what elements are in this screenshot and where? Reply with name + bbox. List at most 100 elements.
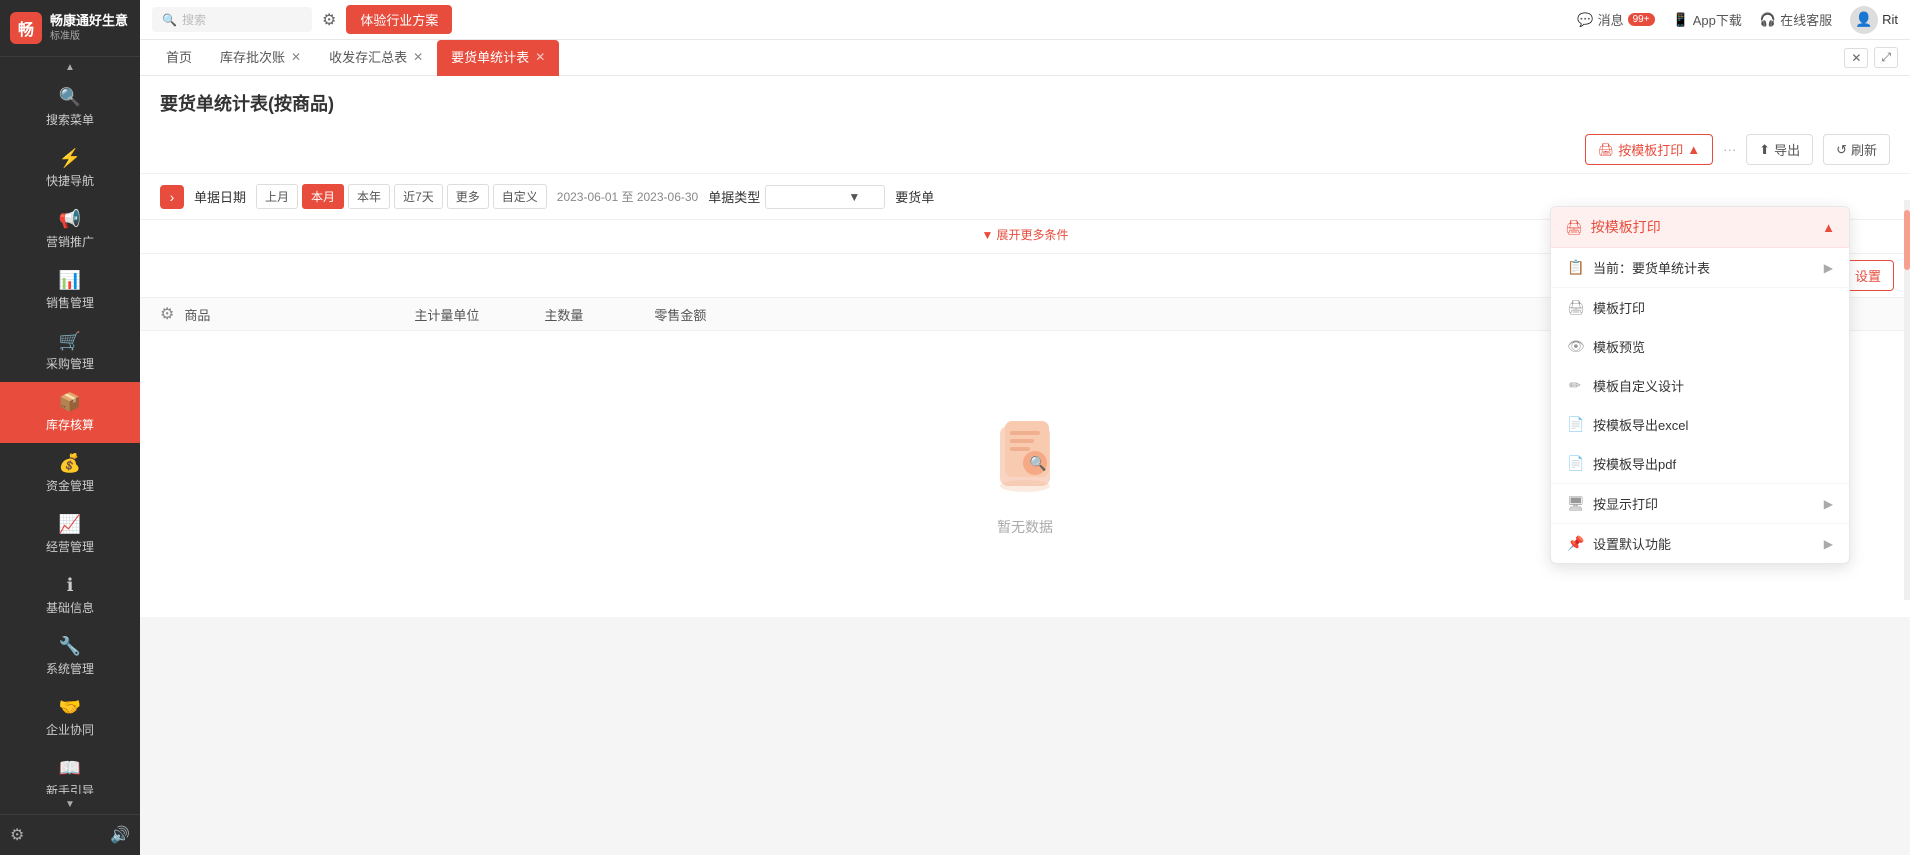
design-icon: ✏ [1567, 377, 1583, 394]
tab-receipt-summary[interactable]: 收发存汇总表 ✕ [315, 40, 437, 76]
preview-icon: 👁 [1567, 338, 1583, 355]
sidebar-bottom: ⚙ 🔊 [0, 814, 140, 855]
tab-order-stats[interactable]: 要货单统计表 ✕ [437, 40, 559, 76]
sidebar-item-label: 系统管理 [46, 660, 94, 677]
message-item[interactable]: 💬 消息 99+ [1577, 10, 1654, 29]
chevron-down-icon: ▼ [848, 190, 860, 204]
expand-btn[interactable]: ▼ 展开更多条件 [982, 226, 1069, 243]
purchase-icon: 🛒 [59, 331, 81, 352]
default-icon: 📌 [1567, 535, 1583, 552]
topbar: 🔍 搜索 ⚙ 体验行业方案 💬 消息 99+ 📱 App下载 🎧 在线客服 👤 [140, 0, 1910, 40]
right-scrollbar[interactable] [1904, 200, 1910, 600]
printer-icon: 🖨 [1565, 219, 1583, 236]
sidebar-item-label: 销售管理 [46, 294, 94, 311]
display-print-label: 按显示打印 [1593, 494, 1658, 513]
gear-icon[interactable]: ⚙ [322, 10, 336, 30]
date-btn-more[interactable]: 更多 [447, 184, 489, 209]
close-icon[interactable]: ✕ [535, 50, 545, 64]
column-settings-icon[interactable]: ⚙ [160, 304, 174, 324]
operation-icon: 📈 [59, 514, 81, 535]
sidebar-item-quick-nav[interactable]: ⚡ 快捷导航 [0, 138, 140, 199]
dots-btn[interactable]: ··· [1723, 142, 1736, 157]
current-template-item[interactable]: 📋 当前：要货单统计表 ▶ [1551, 248, 1849, 287]
sidebar-item-search[interactable]: 🔍 搜索菜单 [0, 77, 140, 138]
col-header-product: 商品 [184, 305, 404, 324]
export-btn[interactable]: ⬆ 导出 [1746, 134, 1813, 165]
basic-icon: ℹ [67, 575, 74, 596]
sidebar-item-inventory[interactable]: 📦 库存核算 [0, 382, 140, 443]
display-print-item[interactable]: 🖥 按显示打印 ▶ [1551, 484, 1849, 523]
sidebar-item-collab[interactable]: 🤝 企业协同 [0, 687, 140, 748]
date-btn-7days[interactable]: 近7天 [394, 184, 443, 209]
date-label: 单据日期 [194, 187, 246, 206]
template-print-btn[interactable]: 🖨 按模板打印 ▲ [1585, 134, 1713, 165]
tab-inventory-batch[interactable]: 库存批次账 ✕ [206, 40, 315, 76]
sidebar-scroll-up[interactable]: ▲ [0, 57, 140, 77]
tab-label: 收发存汇总表 [329, 47, 407, 66]
expand-label: 展开更多条件 [996, 226, 1068, 243]
inventory-icon: 📦 [59, 392, 81, 413]
close-window-btn[interactable]: ✕ [1844, 48, 1868, 68]
template-icon: 📋 [1567, 259, 1583, 276]
order-type-label: 单据类型 [708, 187, 760, 206]
sidebar-item-basic[interactable]: ℹ 基础信息 [0, 565, 140, 626]
sidebar-item-marketing[interactable]: 📢 营销推广 [0, 199, 140, 260]
date-btn-this-month[interactable]: 本月 [302, 184, 344, 209]
app-edition: 标准版 [50, 30, 128, 44]
display-print-icon: 🖥 [1567, 495, 1583, 512]
date-btn-last-month[interactable]: 上月 [256, 184, 298, 209]
avatar: 👤 [1850, 6, 1878, 34]
tab-label: 首页 [166, 47, 192, 66]
order-product-filter: 要货单 [895, 187, 934, 206]
template-pdf-item[interactable]: 📄 按模板导出pdf [1551, 444, 1849, 483]
sound-icon[interactable]: 🔊 [110, 825, 130, 845]
sidebar-item-purchase[interactable]: 🛒 采购管理 [0, 321, 140, 382]
scrollbar-thumb[interactable] [1904, 210, 1910, 270]
sidebar-item-label: 资金管理 [46, 477, 94, 494]
user-profile[interactable]: 👤 Rit [1850, 6, 1898, 34]
sidebar-item-system[interactable]: 🔧 系统管理 [0, 626, 140, 687]
template-excel-item[interactable]: 📄 按模板导出excel [1551, 405, 1849, 444]
sidebar-item-guide[interactable]: 📖 新手引导 [0, 748, 140, 794]
app-download-icon: 📱 [1673, 12, 1689, 28]
topbar-right: 💬 消息 99+ 📱 App下载 🎧 在线客服 👤 Rit [1577, 6, 1898, 34]
template-preview-item[interactable]: 👁 模板预览 [1551, 327, 1849, 366]
sidebar-item-finance[interactable]: 💰 资金管理 [0, 443, 140, 504]
sidebar-scroll-down[interactable]: ▼ [0, 794, 140, 814]
tab-label: 要货单统计表 [451, 47, 529, 66]
excel-icon: 📄 [1567, 416, 1583, 433]
settings-icon[interactable]: ⚙ [10, 825, 24, 845]
app-download-item[interactable]: 📱 App下载 [1673, 10, 1742, 29]
expand-window-btn[interactable]: ⤢ [1874, 47, 1898, 68]
topbar-search[interactable]: 🔍 搜索 [152, 7, 312, 32]
filter-expand-arrow[interactable]: › [160, 185, 184, 209]
search-icon: 🔍 [162, 13, 177, 27]
date-btn-this-year[interactable]: 本年 [348, 184, 390, 209]
set-default-item[interactable]: 📌 设置默认功能 ▶ [1551, 524, 1849, 563]
page-content: 要货单统计表(按商品) 🖨 按模板打印 ▲ ··· ⬆ 导出 ↺ 刷新 › 单据… [140, 76, 1910, 855]
tab-home[interactable]: 首页 [152, 40, 206, 76]
refresh-btn[interactable]: ↺ 刷新 [1823, 134, 1890, 165]
sidebar-item-label: 快捷导航 [46, 172, 94, 189]
close-icon[interactable]: ✕ [413, 50, 423, 64]
template-print-item[interactable]: 🖨 模板打印 [1551, 288, 1849, 327]
sidebar-item-label: 经营管理 [46, 538, 94, 555]
system-icon: 🔧 [59, 636, 81, 657]
date-btn-custom[interactable]: 自定义 [493, 184, 547, 209]
set-default-label: 设置默认功能 [1593, 534, 1671, 553]
template-custom-item[interactable]: ✏ 模板自定义设计 [1551, 366, 1849, 405]
sidebar-item-operation[interactable]: 📈 经营管理 [0, 504, 140, 565]
order-product-label: 要货单 [895, 187, 934, 206]
sidebar-item-sales[interactable]: 📊 销售管理 [0, 260, 140, 321]
experience-btn[interactable]: 体验行业方案 [346, 5, 452, 34]
template-print-label: 按模板打印 [1618, 140, 1683, 159]
search-placeholder: 搜索 [182, 11, 206, 28]
online-service-item[interactable]: 🎧 在线客服 [1760, 10, 1832, 29]
guide-icon: 📖 [59, 758, 81, 779]
order-type-select[interactable]: ▼ [765, 185, 885, 209]
sidebar-nav: 🔍 搜索菜单 ⚡ 快捷导航 📢 营销推广 📊 销售管理 🛒 采购管理 📦 库存核… [0, 77, 140, 794]
app-name: 畅康通好生意 [50, 12, 128, 30]
close-icon[interactable]: ✕ [291, 50, 301, 64]
set-default-section: 📌 设置默认功能 ▶ [1551, 524, 1849, 563]
dropdown-header[interactable]: 🖨 按模板打印 ▲ [1551, 207, 1849, 248]
